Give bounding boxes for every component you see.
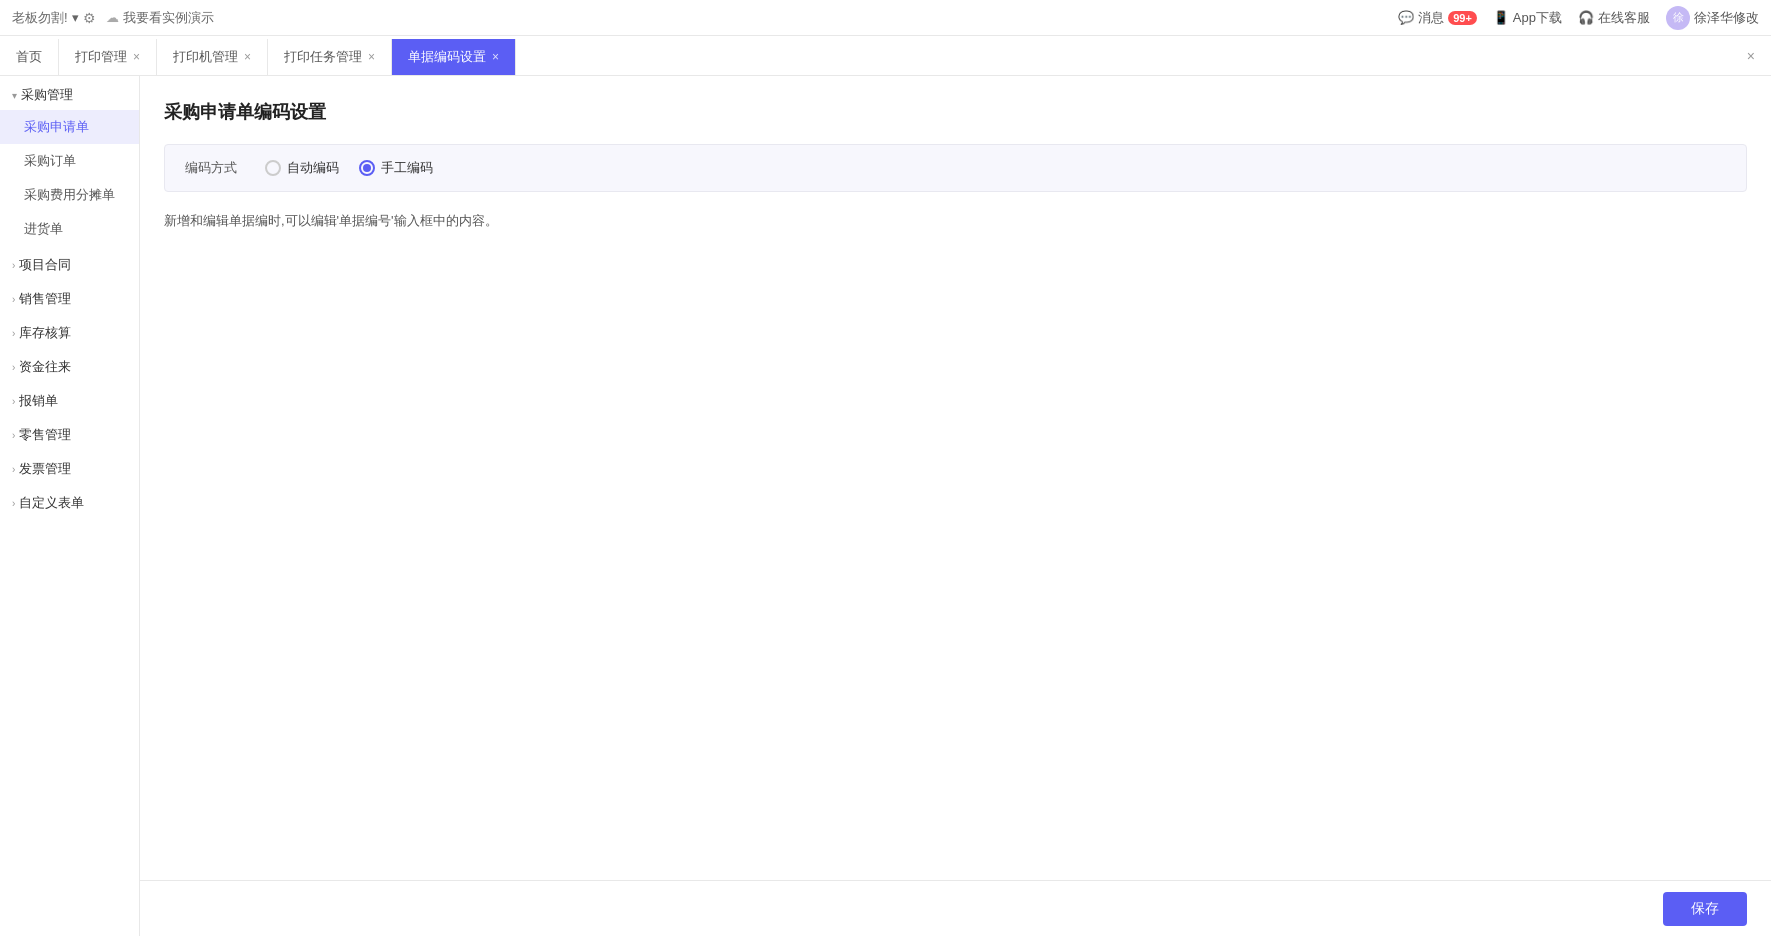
tab-printer-mgmt-label: 打印机管理 [173, 48, 238, 66]
sidebar-group-invoice-label: 发票管理 [19, 460, 71, 478]
message-icon: 💬 [1398, 10, 1414, 25]
close-all-tabs[interactable]: × [1747, 48, 1771, 64]
sidebar-item-purchase-order-label: 采购订单 [24, 153, 76, 168]
chevron-right-icon: › [12, 260, 15, 271]
tab-bar: 首页 打印管理 × 打印机管理 × 打印任务管理 × 单据编码设置 × × [0, 36, 1771, 76]
tab-print-task-mgmt-close[interactable]: × [368, 50, 375, 64]
app-icon: 📱 [1493, 10, 1509, 25]
encoding-radio-group: 自动编码 手工编码 [265, 159, 433, 177]
tab-printer-mgmt[interactable]: 打印机管理 × [157, 39, 268, 75]
radio-manual-encoding[interactable]: 手工编码 [359, 159, 433, 177]
chevron-right-icon-3: › [12, 328, 15, 339]
tab-print-task-mgmt[interactable]: 打印任务管理 × [268, 39, 392, 75]
sidebar-item-purchase-expense-label: 采购费用分摊单 [24, 187, 115, 202]
sidebar: ▾ 采购管理 采购申请单 采购订单 采购费用分摊单 进货单 › 项目合同 › 销… [0, 76, 140, 936]
sidebar-group-project-contract[interactable]: › 项目合同 [0, 246, 139, 280]
chevron-down-icon: ▾ [12, 90, 17, 101]
chevron-right-icon-8: › [12, 498, 15, 509]
save-button[interactable]: 保存 [1663, 892, 1747, 926]
top-bar-right: 💬 消息 99+ 📱 App下载 🎧 在线客服 徐 徐泽华修改 [1398, 6, 1759, 30]
tab-home[interactable]: 首页 [0, 39, 59, 75]
sidebar-group-custom-forms[interactable]: › 自定义表单 [0, 484, 139, 518]
sidebar-group-fund-flow[interactable]: › 资金往来 [0, 348, 139, 382]
sidebar-item-purchase-order[interactable]: 采购订单 [0, 144, 139, 178]
sidebar-item-inbound-label: 进货单 [24, 221, 63, 236]
avatar: 徐 [1666, 6, 1690, 30]
chevron-right-icon-2: › [12, 294, 15, 305]
app-download-btn[interactable]: 📱 App下载 [1493, 9, 1562, 27]
sidebar-group-retail-label: 零售管理 [19, 426, 71, 444]
tab-print-mgmt-label: 打印管理 [75, 48, 127, 66]
chevron-right-icon-5: › [12, 396, 15, 407]
sidebar-item-purchase-expense[interactable]: 采购费用分摊单 [0, 178, 139, 212]
brand-area: 老板勿割! ▾ ⚙ [12, 9, 96, 27]
content-inner: 采购申请单编码设置 编码方式 自动编码 手工编码 [140, 76, 1771, 880]
page-title: 采购申请单编码设置 [164, 100, 1747, 124]
main-layout: ▾ 采购管理 采购申请单 采购订单 采购费用分摊单 进货单 › 项目合同 › 销… [0, 76, 1771, 936]
sidebar-group-returns[interactable]: › 报销单 [0, 382, 139, 416]
online-service-label: 在线客服 [1598, 9, 1650, 27]
radio-auto-encoding[interactable]: 自动编码 [265, 159, 339, 177]
sidebar-group-sales-label: 销售管理 [19, 290, 71, 308]
chevron-right-icon-6: › [12, 430, 15, 441]
top-bar-left: 老板勿割! ▾ ⚙ ☁ 我要看实例演示 [12, 9, 214, 27]
sidebar-group-inventory[interactable]: › 库存核算 [0, 314, 139, 348]
username: 徐泽华修改 [1694, 9, 1759, 27]
headset-icon: 🎧 [1578, 10, 1594, 25]
sidebar-item-purchase-request[interactable]: 采购申请单 [0, 110, 139, 144]
sidebar-group-project-label: 项目合同 [19, 256, 71, 274]
sidebar-item-inbound[interactable]: 进货单 [0, 212, 139, 246]
sidebar-group-purchase-label: 采购管理 [21, 86, 73, 104]
demo-area[interactable]: ☁ 我要看实例演示 [106, 9, 214, 27]
hint-text: 新增和编辑单据编时,可以编辑'单据编号'输入框中的内容。 [164, 208, 1747, 234]
tab-print-mgmt-close[interactable]: × [133, 50, 140, 64]
tab-home-label: 首页 [16, 48, 42, 66]
settings-icon[interactable]: ⚙ [83, 10, 96, 26]
sidebar-group-custom-label: 自定义表单 [19, 494, 84, 512]
encoding-section: 编码方式 自动编码 手工编码 [164, 144, 1747, 192]
cloud-icon: ☁ [106, 10, 119, 25]
radio-auto-label: 自动编码 [287, 159, 339, 177]
chevron-right-icon-4: › [12, 362, 15, 373]
sidebar-group-retail-mgmt[interactable]: › 零售管理 [0, 416, 139, 450]
sidebar-group-invoice-mgmt[interactable]: › 发票管理 [0, 450, 139, 484]
encoding-label: 编码方式 [185, 159, 245, 177]
chevron-right-icon-7: › [12, 464, 15, 475]
sidebar-group-sales-mgmt[interactable]: › 销售管理 [0, 280, 139, 314]
content-area: 采购申请单编码设置 编码方式 自动编码 手工编码 [140, 76, 1771, 936]
radio-manual-circle[interactable] [359, 160, 375, 176]
tab-print-task-mgmt-label: 打印任务管理 [284, 48, 362, 66]
sidebar-group-inventory-label: 库存核算 [19, 324, 71, 342]
chevron-icon[interactable]: ▾ [72, 10, 79, 25]
app-download-label: App下载 [1513, 9, 1562, 27]
avatar-initial: 徐 [1673, 10, 1684, 25]
tab-print-mgmt[interactable]: 打印管理 × [59, 39, 157, 75]
tab-printer-mgmt-close[interactable]: × [244, 50, 251, 64]
message-label: 消息 [1418, 9, 1444, 27]
user-avatar-area[interactable]: 徐 徐泽华修改 [1666, 6, 1759, 30]
demo-text: 我要看实例演示 [123, 9, 214, 27]
online-service-btn[interactable]: 🎧 在线客服 [1578, 9, 1650, 27]
sidebar-group-purchase-mgmt[interactable]: ▾ 采购管理 [0, 76, 139, 110]
tab-single-code-label: 单据编码设置 [408, 48, 486, 66]
message-btn[interactable]: 💬 消息 99+ [1398, 9, 1477, 27]
tab-single-code-settings[interactable]: 单据编码设置 × [392, 39, 516, 75]
radio-manual-label: 手工编码 [381, 159, 433, 177]
sidebar-item-purchase-request-label: 采购申请单 [24, 119, 89, 134]
sidebar-group-returns-label: 报销单 [19, 392, 58, 410]
message-badge: 99+ [1448, 11, 1477, 25]
tab-single-code-close[interactable]: × [492, 50, 499, 64]
top-bar: 老板勿割! ▾ ⚙ ☁ 我要看实例演示 💬 消息 99+ 📱 App下载 🎧 在… [0, 0, 1771, 36]
radio-auto-circle[interactable] [265, 160, 281, 176]
sidebar-group-fund-label: 资金往来 [19, 358, 71, 376]
brand-text: 老板勿割! [12, 9, 68, 27]
footer-bar: 保存 [140, 880, 1771, 936]
